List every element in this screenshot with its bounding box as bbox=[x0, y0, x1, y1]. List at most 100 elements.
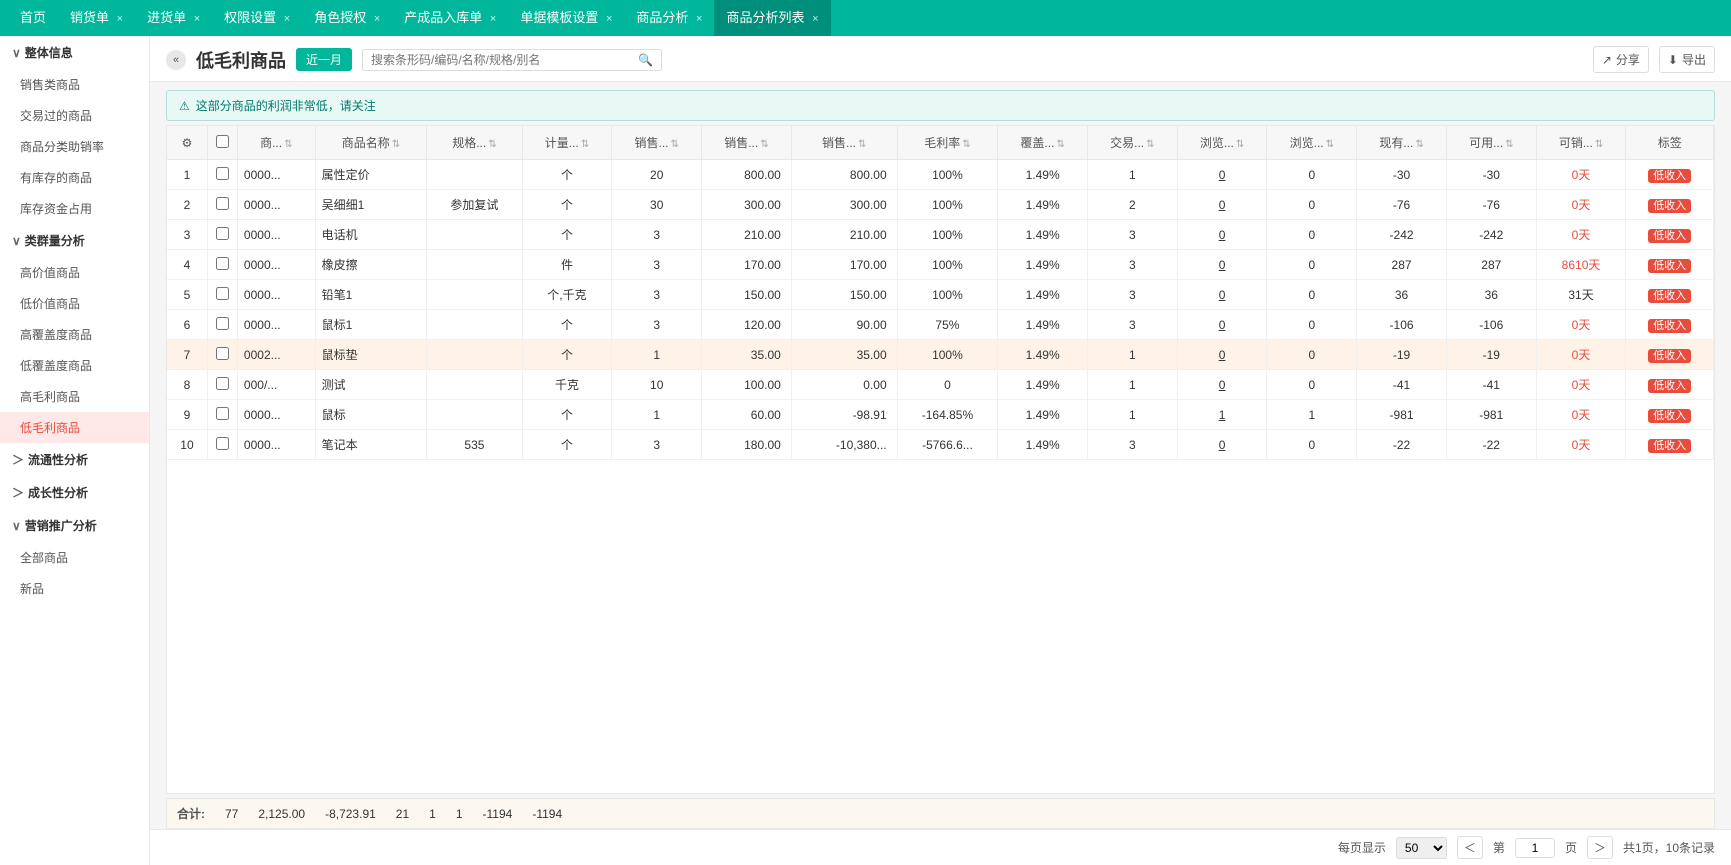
row-checkbox-cell[interactable] bbox=[207, 160, 237, 190]
nav-goods-analysis-list-close[interactable]: × bbox=[812, 13, 818, 25]
sidebar-item-traded-goods[interactable]: 交易过的商品 bbox=[0, 100, 149, 131]
sidebar-group-overall[interactable]: ∨ 整体信息 bbox=[0, 36, 149, 69]
col-name[interactable]: 商品名称⇅ bbox=[315, 126, 427, 160]
row-checkbox[interactable] bbox=[216, 347, 229, 360]
nav-sales[interactable]: 销货单 × bbox=[58, 0, 135, 36]
row-browse1[interactable]: 0 bbox=[1177, 160, 1267, 190]
nav-home[interactable]: 首页 bbox=[8, 0, 58, 36]
sidebar-item-category-rate[interactable]: 商品分类助销率 bbox=[0, 131, 149, 162]
nav-purchase[interactable]: 进货单 × bbox=[135, 0, 212, 36]
nav-product-in-close[interactable]: × bbox=[490, 13, 496, 25]
row-checkbox-cell[interactable] bbox=[207, 400, 237, 430]
sidebar-item-high-value[interactable]: 高价值商品 bbox=[0, 257, 149, 288]
browse1-link[interactable]: 0 bbox=[1219, 198, 1226, 212]
col-checkbox[interactable] bbox=[207, 126, 237, 160]
browse1-link[interactable]: 0 bbox=[1219, 228, 1226, 242]
row-checkbox[interactable] bbox=[216, 317, 229, 330]
col-settings[interactable]: ⚙ bbox=[167, 126, 207, 160]
row-browse1[interactable]: 0 bbox=[1177, 430, 1267, 460]
row-browse1[interactable]: 0 bbox=[1177, 280, 1267, 310]
col-sales-amount[interactable]: 销售...⇅ bbox=[702, 126, 792, 160]
row-checkbox[interactable] bbox=[216, 167, 229, 180]
col-browse2[interactable]: 浏览...⇅ bbox=[1267, 126, 1357, 160]
prev-page-btn[interactable]: ＜ bbox=[1457, 836, 1483, 859]
sidebar-item-capital[interactable]: 库存资金占用 bbox=[0, 193, 149, 224]
sidebar-item-low-value[interactable]: 低价值商品 bbox=[0, 288, 149, 319]
col-code[interactable]: 商...⇅ bbox=[237, 126, 315, 160]
search-icon[interactable]: 🔍 bbox=[638, 53, 653, 67]
search-input[interactable] bbox=[371, 53, 634, 67]
row-checkbox-cell[interactable] bbox=[207, 430, 237, 460]
browse1-link[interactable]: 0 bbox=[1219, 348, 1226, 362]
browse1-link[interactable]: 0 bbox=[1219, 318, 1226, 332]
row-checkbox-cell[interactable] bbox=[207, 250, 237, 280]
page-input[interactable] bbox=[1515, 838, 1555, 858]
row-checkbox-cell[interactable] bbox=[207, 340, 237, 370]
row-browse1[interactable]: 0 bbox=[1177, 310, 1267, 340]
nav-product-in[interactable]: 产成品入库单 × bbox=[392, 0, 508, 36]
row-browse1[interactable]: 0 bbox=[1177, 370, 1267, 400]
browse1-link[interactable]: 0 bbox=[1219, 258, 1226, 272]
sidebar-item-all-goods[interactable]: 全部商品 bbox=[0, 542, 149, 573]
col-tag[interactable]: 标签 bbox=[1626, 126, 1714, 160]
select-all-checkbox[interactable] bbox=[216, 135, 229, 148]
row-checkbox-cell[interactable] bbox=[207, 310, 237, 340]
col-browse1[interactable]: 浏览...⇅ bbox=[1177, 126, 1267, 160]
nav-purchase-close[interactable]: × bbox=[194, 13, 200, 25]
per-page-select[interactable]: 50 100 bbox=[1396, 837, 1447, 859]
col-saleable[interactable]: 可销...⇅ bbox=[1536, 126, 1626, 160]
sidebar-group-liquidity[interactable]: ＞ 流通性分析 bbox=[0, 443, 149, 476]
data-table-container[interactable]: ⚙ 商...⇅ 商品名称⇅ 规格...⇅ 计量...⇅ 销售...⇅ 销售...… bbox=[166, 125, 1715, 794]
row-checkbox[interactable] bbox=[216, 257, 229, 270]
sidebar-group-cluster[interactable]: ∨ 类群量分析 bbox=[0, 224, 149, 257]
sidebar-item-high-coverage[interactable]: 高覆盖度商品 bbox=[0, 319, 149, 350]
row-checkbox-cell[interactable] bbox=[207, 190, 237, 220]
nav-sales-close[interactable]: × bbox=[117, 13, 123, 25]
row-checkbox[interactable] bbox=[216, 407, 229, 420]
nav-goods-analysis[interactable]: 商品分析 × bbox=[624, 0, 714, 36]
nav-role[interactable]: 角色授权 × bbox=[302, 0, 392, 36]
row-checkbox[interactable] bbox=[216, 437, 229, 450]
row-checkbox-cell[interactable] bbox=[207, 280, 237, 310]
nav-role-close[interactable]: × bbox=[374, 13, 380, 25]
col-stock[interactable]: 现有...⇅ bbox=[1357, 126, 1447, 160]
col-spec[interactable]: 规格...⇅ bbox=[427, 126, 522, 160]
sidebar-item-stock-goods[interactable]: 有库存的商品 bbox=[0, 162, 149, 193]
col-available[interactable]: 可用...⇅ bbox=[1446, 126, 1536, 160]
nav-template[interactable]: 单据模板设置 × bbox=[508, 0, 624, 36]
collapse-sidebar-btn[interactable]: « bbox=[166, 50, 186, 70]
col-trade[interactable]: 交易...⇅ bbox=[1087, 126, 1177, 160]
export-button[interactable]: ⬇ 导出 bbox=[1659, 46, 1715, 73]
sidebar-item-high-margin[interactable]: 高毛利商品 bbox=[0, 381, 149, 412]
nav-goods-analysis-list[interactable]: 商品分析列表 × bbox=[714, 0, 830, 36]
row-browse1[interactable]: 0 bbox=[1177, 250, 1267, 280]
sidebar-item-sales-goods[interactable]: 销售类商品 bbox=[0, 69, 149, 100]
browse1-link[interactable]: 0 bbox=[1219, 288, 1226, 302]
row-browse1[interactable]: 1 bbox=[1177, 400, 1267, 430]
col-sales-profit[interactable]: 销售...⇅ bbox=[791, 126, 897, 160]
browse1-link[interactable]: 0 bbox=[1219, 438, 1226, 452]
next-page-btn[interactable]: ＞ bbox=[1587, 836, 1613, 859]
row-checkbox[interactable] bbox=[216, 287, 229, 300]
nav-goods-analysis-close[interactable]: × bbox=[696, 13, 702, 25]
row-checkbox[interactable] bbox=[216, 377, 229, 390]
sidebar-item-new-goods[interactable]: 新品 bbox=[0, 573, 149, 604]
row-browse1[interactable]: 0 bbox=[1177, 190, 1267, 220]
row-checkbox-cell[interactable] bbox=[207, 370, 237, 400]
col-gross-rate[interactable]: 毛利率⇅ bbox=[897, 126, 998, 160]
sidebar-group-marketing[interactable]: ∨ 营销推广分析 bbox=[0, 509, 149, 542]
nav-permission-close[interactable]: × bbox=[284, 13, 290, 25]
sidebar-group-growth[interactable]: ＞ 成长性分析 bbox=[0, 476, 149, 509]
sidebar-item-low-coverage[interactable]: 低覆盖度商品 bbox=[0, 350, 149, 381]
row-browse1[interactable]: 0 bbox=[1177, 340, 1267, 370]
row-checkbox[interactable] bbox=[216, 197, 229, 210]
row-browse1[interactable]: 0 bbox=[1177, 220, 1267, 250]
share-button[interactable]: ↗ 分享 bbox=[1593, 46, 1649, 73]
browse1-link[interactable]: 0 bbox=[1219, 378, 1226, 392]
browse1-link[interactable]: 0 bbox=[1219, 168, 1226, 182]
row-checkbox-cell[interactable] bbox=[207, 220, 237, 250]
browse1-link[interactable]: 1 bbox=[1219, 408, 1226, 422]
nav-permission[interactable]: 权限设置 × bbox=[212, 0, 302, 36]
col-coverage[interactable]: 覆盖...⇅ bbox=[998, 126, 1088, 160]
sidebar-item-low-margin[interactable]: 低毛利商品 bbox=[0, 412, 149, 443]
